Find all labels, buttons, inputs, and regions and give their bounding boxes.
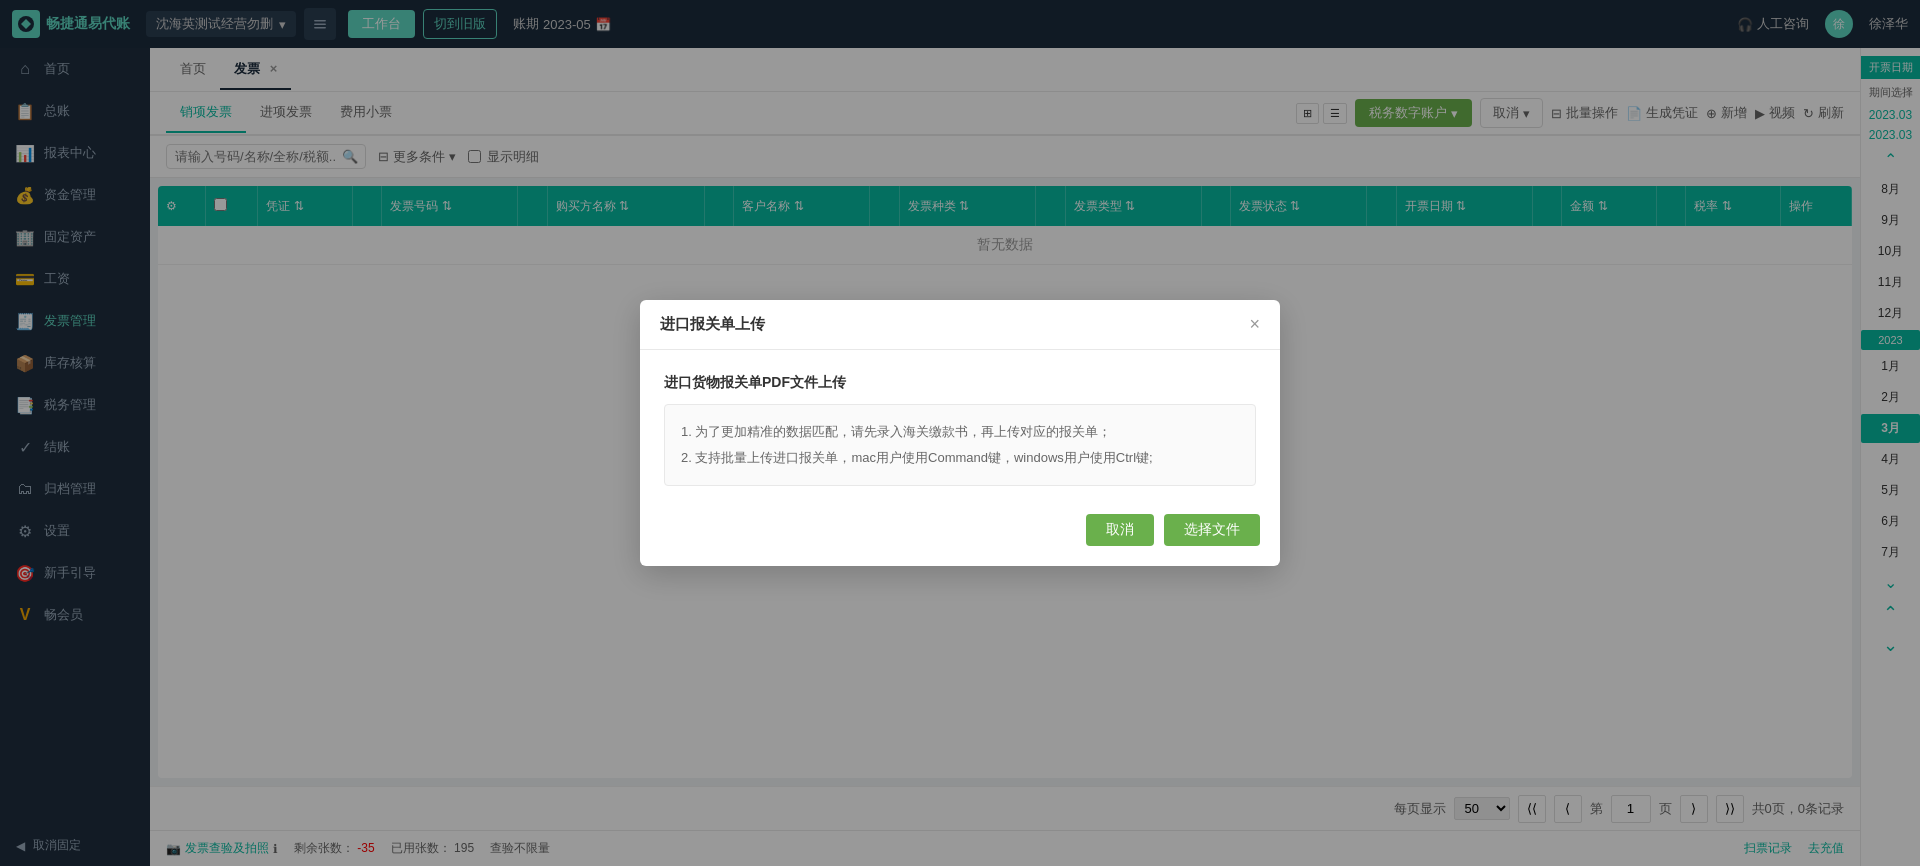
- modal-info-item-2: 2. 支持批量上传进口报关单，mac用户使用Command键，windows用户…: [681, 445, 1239, 471]
- modal-header: 进口报关单上传 ×: [640, 300, 1280, 350]
- modal-close-button[interactable]: ×: [1249, 314, 1260, 335]
- modal-footer: 取消 选择文件: [640, 502, 1280, 566]
- modal-info-box: 1. 为了更加精准的数据匹配，请先录入海关缴款书，再上传对应的报关单； 2. 支…: [664, 404, 1256, 486]
- modal-dialog: 进口报关单上传 × 进口货物报关单PDF文件上传 1. 为了更加精准的数据匹配，…: [640, 300, 1280, 566]
- modal-overlay[interactable]: 进口报关单上传 × 进口货物报关单PDF文件上传 1. 为了更加精准的数据匹配，…: [0, 0, 1920, 866]
- modal-select-file-button[interactable]: 选择文件: [1164, 514, 1260, 546]
- modal-cancel-button[interactable]: 取消: [1086, 514, 1154, 546]
- modal-section-title: 进口货物报关单PDF文件上传: [664, 374, 1256, 392]
- modal-body: 进口货物报关单PDF文件上传 1. 为了更加精准的数据匹配，请先录入海关缴款书，…: [640, 350, 1280, 502]
- modal-info-item-1: 1. 为了更加精准的数据匹配，请先录入海关缴款书，再上传对应的报关单；: [681, 419, 1239, 445]
- modal-title: 进口报关单上传: [660, 315, 765, 334]
